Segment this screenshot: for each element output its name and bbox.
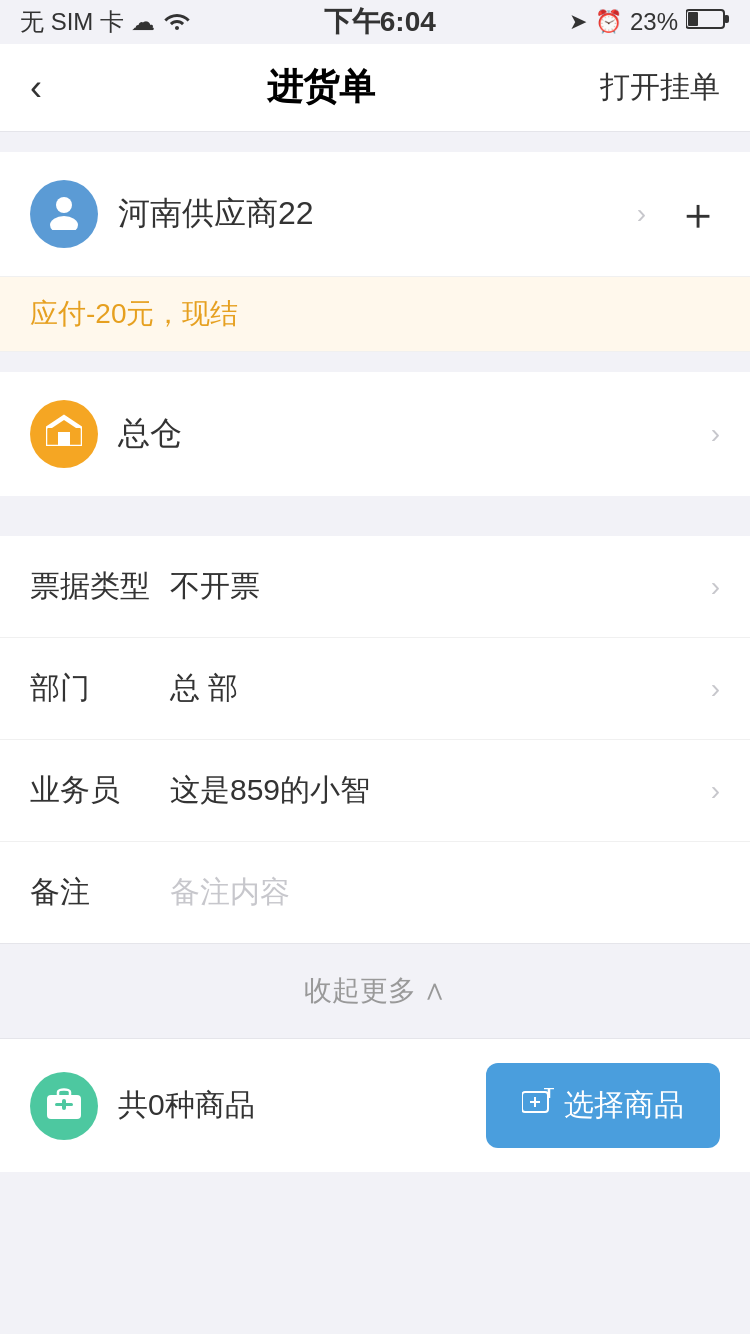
salesperson-chevron-icon[interactable]: › <box>711 775 720 807</box>
product-bag-icon <box>45 1085 83 1126</box>
warehouse-icon-wrap <box>30 400 98 468</box>
department-chevron-icon[interactable]: › <box>711 673 720 705</box>
supplier-avatar <box>30 180 98 248</box>
select-product-label: 选择商品 <box>564 1085 684 1126</box>
notice-text: 应付-20元，现结 <box>30 298 238 329</box>
open-pending-button[interactable]: 打开挂单 <box>600 67 720 108</box>
status-bar: 无 SIM 卡 ☁ 下午6:04 ➤ ⏰ 23% <box>0 0 750 44</box>
select-product-button[interactable]: 选择商品 <box>486 1063 720 1148</box>
location-icon: ➤ <box>569 9 587 35</box>
remark-input[interactable]: 备注内容 <box>170 872 720 913</box>
ticket-type-chevron-icon[interactable]: › <box>711 571 720 603</box>
product-icon-wrap <box>30 1072 98 1140</box>
product-count: 共0种商品 <box>118 1085 486 1126</box>
warehouse-row[interactable]: 总仓 › <box>0 372 750 496</box>
alarm-icon: ⏰ <box>595 9 622 35</box>
mid-divider-2 <box>0 496 750 516</box>
notice-bar: 应付-20元，现结 <box>0 277 750 352</box>
sim-label: 无 SIM 卡 ☁ <box>20 6 155 38</box>
salesperson-row[interactable]: 业务员 这是859的小智 › <box>0 740 750 842</box>
add-supplier-button[interactable]: ＋ <box>676 192 720 236</box>
status-time: 下午6:04 <box>324 3 436 41</box>
ticket-type-value: 不开票 <box>170 566 711 607</box>
nav-bar: ‹ 进货单 打开挂单 <box>0 44 750 132</box>
status-right: ➤ ⏰ 23% <box>569 8 730 36</box>
collapse-row[interactable]: 收起更多 ∧ <box>0 943 750 1038</box>
ticket-type-label: 票据类型 <box>30 566 150 607</box>
supplier-section: 河南供应商22 › ＋ 应付-20元，现结 <box>0 152 750 352</box>
department-label: 部门 <box>30 668 150 709</box>
supplier-actions: › ＋ <box>637 192 720 236</box>
wifi-icon <box>163 8 191 36</box>
bottom-bar: 共0种商品 选择商品 <box>0 1038 750 1172</box>
warehouse-chevron-icon[interactable]: › <box>711 418 720 450</box>
back-button[interactable]: ‹ <box>30 67 42 109</box>
battery-percent: 23% <box>630 8 678 36</box>
remark-row[interactable]: 备注 备注内容 <box>0 842 750 943</box>
page-title: 进货单 <box>267 63 375 112</box>
top-divider <box>0 132 750 152</box>
department-value: 总 部 <box>170 668 711 709</box>
supplier-name: 河南供应商22 <box>118 192 637 236</box>
supplier-chevron-icon[interactable]: › <box>637 198 646 230</box>
form-section: 票据类型 不开票 › 部门 总 部 › 业务员 这是859的小智 › 备注 备注… <box>0 536 750 943</box>
remark-label: 备注 <box>30 872 150 913</box>
warehouse-icon <box>46 414 82 454</box>
svg-point-4 <box>50 216 78 230</box>
ticket-type-row[interactable]: 票据类型 不开票 › <box>0 536 750 638</box>
status-left: 无 SIM 卡 ☁ <box>20 6 191 38</box>
gray-fill <box>0 1172 750 1334</box>
salesperson-value: 这是859的小智 <box>170 770 711 811</box>
svg-rect-2 <box>688 12 698 26</box>
select-product-icon <box>522 1088 554 1123</box>
warehouse-name: 总仓 <box>118 412 711 456</box>
svg-rect-1 <box>724 15 729 23</box>
svg-rect-6 <box>58 432 70 446</box>
svg-rect-10 <box>62 1099 66 1110</box>
salesperson-label: 业务员 <box>30 770 150 811</box>
collapse-label[interactable]: 收起更多 ∧ <box>304 972 447 1010</box>
department-row[interactable]: 部门 总 部 › <box>0 638 750 740</box>
avatar-icon <box>44 190 84 239</box>
battery-icon <box>686 8 730 36</box>
svg-point-3 <box>56 197 72 213</box>
mid-divider-1 <box>0 352 750 372</box>
svg-marker-7 <box>46 416 82 428</box>
supplier-row[interactable]: 河南供应商22 › ＋ <box>0 152 750 277</box>
